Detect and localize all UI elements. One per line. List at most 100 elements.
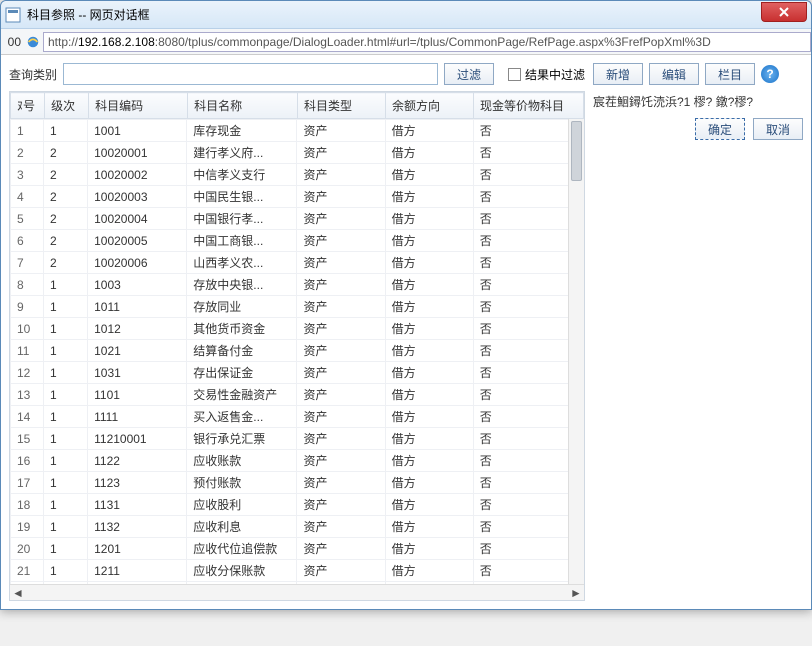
cell-cash: 否 (473, 428, 583, 450)
cell-type: 资产 (297, 208, 385, 230)
cell-n: 8 (11, 274, 44, 296)
cell-name: 应收账款 (187, 450, 297, 472)
col-level[interactable]: 级次 (45, 93, 89, 119)
cell-dir: 借方 (385, 582, 473, 585)
table-row[interactable]: 1911132应收利息资产借方否 (11, 516, 584, 538)
table-row[interactable]: 1211031存出保证金资产借方否 (11, 362, 584, 384)
cell-lv: 2 (44, 252, 88, 274)
cell-n: 3 (11, 164, 44, 186)
table-row[interactable]: 1011012其他货币资金资产借方否 (11, 318, 584, 340)
grid-body[interactable]: 111001库存现金资产借方否2210020001建行孝义府...资产借方否32… (10, 119, 584, 584)
cell-type: 资产 (297, 560, 385, 582)
table-row[interactable]: 2111211应收分保账款资产借方否 (11, 560, 584, 582)
cell-dir: 借方 (385, 538, 473, 560)
app-icon (5, 7, 21, 23)
vertical-scrollbar[interactable] (568, 119, 584, 584)
cell-lv: 2 (44, 208, 88, 230)
table-row[interactable]: 911011存放同业资产借方否 (11, 296, 584, 318)
table-row[interactable]: 7210020006山西孝义农...资产借方否 (11, 252, 584, 274)
ok-button[interactable]: 确定 (695, 118, 745, 140)
col-name[interactable]: 科目名称 (188, 93, 298, 119)
cell-dir: 借方 (385, 516, 473, 538)
cancel-button[interactable]: 取消 (753, 118, 803, 140)
cell-dir: 借方 (385, 230, 473, 252)
filter-button[interactable]: 过滤 (444, 63, 494, 85)
table-row[interactable]: 2210020001建行孝义府...资产借方否 (11, 142, 584, 164)
cell-type: 资产 (297, 516, 385, 538)
filter-in-results-checkbox[interactable]: 结果中过滤 (508, 66, 585, 83)
url-prefix: 00 (1, 35, 23, 49)
table-row[interactable]: 2211212应收分保合...资产借方否 (11, 582, 584, 585)
cell-n: 12 (11, 362, 44, 384)
cell-dir: 借方 (385, 406, 473, 428)
right-pane: 新增 编辑 栏目 ? 宸茬鮰鐞饦涜浜?1 樛? 鐓?樛? 确定 取消 (593, 63, 803, 601)
data-grid: ﾇ号 级次 科目编码 科目名称 科目类型 余额方向 现金等价物科目 (9, 91, 585, 601)
table-row[interactable]: 1711123预付账款资产借方否 (11, 472, 584, 494)
col-rownum[interactable]: ﾇ号 (11, 93, 45, 119)
cell-type: 资产 (297, 120, 385, 142)
table-row[interactable]: 111001库存现金资产借方否 (11, 120, 584, 142)
table-row[interactable]: 2011201应收代位追偿款资产借方否 (11, 538, 584, 560)
titlebar[interactable]: 科目参照 -- 网页对话框 (1, 1, 811, 29)
cell-lv: 1 (44, 450, 88, 472)
table-row[interactable]: 6210020005中国工商银...资产借方否 (11, 230, 584, 252)
close-button[interactable] (761, 2, 807, 22)
cell-n: 18 (11, 494, 44, 516)
search-input[interactable] (63, 63, 438, 85)
edit-button[interactable]: 编辑 (649, 63, 699, 85)
cell-lv: 1 (44, 472, 88, 494)
cell-code: 10020004 (88, 208, 187, 230)
col-dir[interactable]: 余额方向 (386, 93, 474, 119)
cell-n: 9 (11, 296, 44, 318)
table-row[interactable]: 1311101交易性金融资产资产借方否 (11, 384, 584, 406)
table-row[interactable]: 5210020004中国银行孝...资产借方否 (11, 208, 584, 230)
url-field[interactable]: http://192.168.2.108:8080/tplus/commonpa… (43, 32, 811, 52)
cell-name: 中国民生银... (187, 186, 297, 208)
ie-icon (23, 35, 43, 49)
cell-type: 资产 (297, 230, 385, 252)
cell-lv: 1 (44, 538, 88, 560)
cell-type: 资产 (297, 384, 385, 406)
horizontal-scrollbar[interactable]: ◄ ► (10, 584, 584, 600)
checkbox-icon[interactable] (508, 68, 521, 81)
cell-lv: 1 (44, 384, 88, 406)
cell-lv: 1 (44, 120, 88, 142)
cell-code: 10020001 (88, 142, 187, 164)
col-cash[interactable]: 现金等价物科目 (473, 93, 583, 119)
table-row[interactable]: 811003存放中央银...资产借方否 (11, 274, 584, 296)
cell-n: 10 (11, 318, 44, 340)
cell-code: 1011 (88, 296, 187, 318)
cell-type: 资产 (297, 340, 385, 362)
cell-code: 1201 (88, 538, 187, 560)
scroll-right-icon[interactable]: ► (568, 586, 584, 600)
scroll-left-icon[interactable]: ◄ (10, 586, 26, 600)
table-row[interactable]: 1111021结算备付金资产借方否 (11, 340, 584, 362)
col-code[interactable]: 科目编码 (89, 93, 188, 119)
cell-type: 资产 (297, 318, 385, 340)
help-icon[interactable]: ? (761, 65, 779, 83)
table-row[interactable]: 4210020003中国民生银...资产借方否 (11, 186, 584, 208)
cell-lv: 1 (44, 494, 88, 516)
search-label: 查询类别 (9, 66, 57, 83)
col-type[interactable]: 科目类型 (298, 93, 386, 119)
columns-button[interactable]: 栏目 (705, 63, 755, 85)
cell-n: 13 (11, 384, 44, 406)
table-row[interactable]: 1611122应收账款资产借方否 (11, 450, 584, 472)
table-row[interactable]: 1411111买入返售金...资产借方否 (11, 406, 584, 428)
cell-code: 1111 (88, 406, 187, 428)
cell-cash: 否 (473, 142, 583, 164)
cell-type: 资产 (297, 494, 385, 516)
cell-dir: 借方 (385, 450, 473, 472)
scrollbar-thumb[interactable] (571, 121, 582, 181)
table-row[interactable]: 3210020002中信孝义支行资产借方否 (11, 164, 584, 186)
cell-type: 资产 (297, 428, 385, 450)
cell-cash: 否 (473, 274, 583, 296)
cell-dir: 借方 (385, 164, 473, 186)
cell-dir: 借方 (385, 142, 473, 164)
cell-name: 买入返售金... (187, 406, 297, 428)
cell-n: 19 (11, 516, 44, 538)
table-row[interactable]: 1811131应收股利资产借方否 (11, 494, 584, 516)
new-button[interactable]: 新增 (593, 63, 643, 85)
table-row[interactable]: 15111210001银行承兑汇票资产借方否 (11, 428, 584, 450)
left-pane: 查询类别 过滤 结果中过滤 ﾇ号 级次 (9, 63, 585, 601)
